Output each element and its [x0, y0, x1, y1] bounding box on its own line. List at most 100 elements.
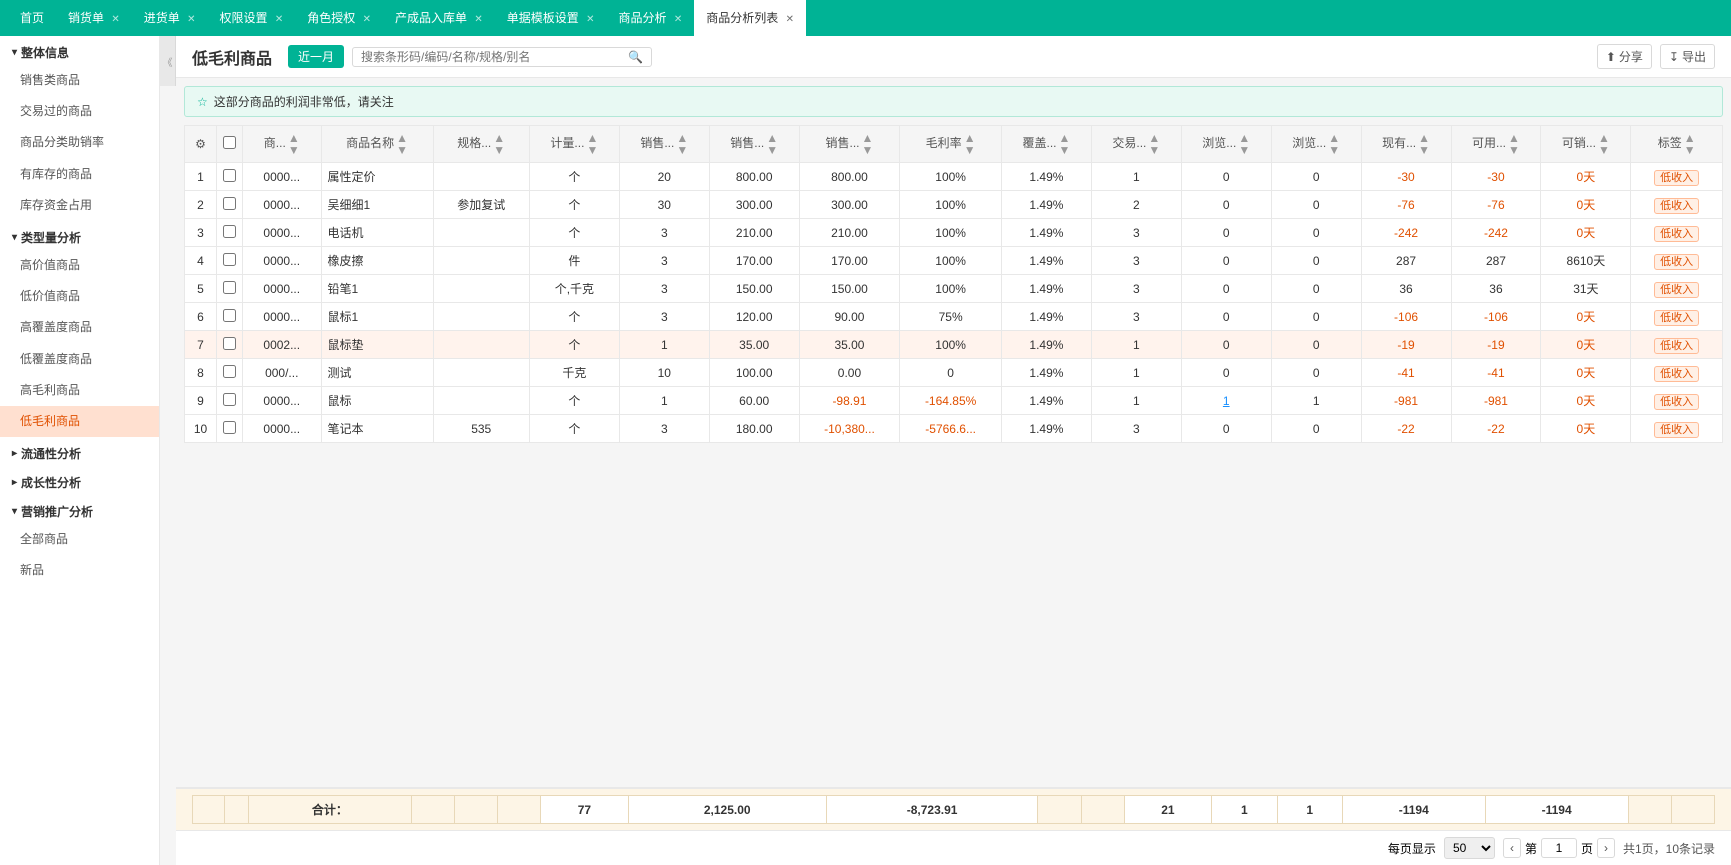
col-sales-amount[interactable]: 销售...▲▼: [709, 126, 799, 163]
row-views1: 0: [1181, 247, 1271, 275]
col-name[interactable]: 商品名称▲▼: [321, 126, 433, 163]
search-icon[interactable]: 🔍: [628, 50, 643, 64]
row-select-checkbox[interactable]: [223, 169, 236, 182]
row-select-checkbox[interactable]: [223, 309, 236, 322]
sidebar-item-traded-products[interactable]: 交易过的商品: [0, 96, 159, 127]
footer-sales-profit: -8,723.91: [826, 796, 1038, 824]
row-sales-profit: -98.91: [799, 387, 900, 415]
col-views2[interactable]: 浏览...▲▼: [1271, 126, 1361, 163]
close-analysis-icon[interactable]: ✕: [674, 14, 682, 25]
sidebar-item-stock-capital[interactable]: 库存资金占用: [0, 190, 159, 221]
nav-product-entry[interactable]: 产成品入库单 ✕: [383, 0, 495, 36]
col-code[interactable]: 商...▲▼: [243, 126, 322, 163]
col-gross-margin[interactable]: 毛利率▲▼: [900, 126, 1002, 163]
close-template-icon[interactable]: ✕: [586, 14, 594, 25]
nav-product-analysis[interactable]: 商品分析 ✕: [607, 0, 695, 36]
col-sellable-days[interactable]: 可销...▲▼: [1541, 126, 1631, 163]
col-transactions[interactable]: 交易...▲▼: [1091, 126, 1181, 163]
per-page-select[interactable]: 50 100 200: [1444, 837, 1495, 859]
nav-permission-settings[interactable]: 权限设置 ✕: [208, 0, 296, 36]
row-checkbox[interactable]: [217, 247, 243, 275]
close-analysis-list-icon[interactable]: ✕: [786, 14, 794, 25]
nav-purchase-order[interactable]: 进货单 ✕: [132, 0, 208, 36]
sidebar-item-all-products[interactable]: 全部商品: [0, 524, 159, 555]
row-select-checkbox[interactable]: [223, 281, 236, 294]
sidebar-item-high-value[interactable]: 高价值商品: [0, 250, 159, 281]
row-code: 0002...: [243, 331, 322, 359]
row-sales-qty: 3: [619, 303, 709, 331]
row-checkbox[interactable]: [217, 331, 243, 359]
col-current-stock[interactable]: 现有...▲▼: [1361, 126, 1451, 163]
row-checkbox[interactable]: [217, 275, 243, 303]
sidebar-item-high-margin[interactable]: 高毛利商品: [0, 375, 159, 406]
sidebar-item-low-margin[interactable]: 低毛利商品: [0, 406, 159, 437]
col-spec[interactable]: 规格...▲▼: [433, 126, 529, 163]
close-permission-icon[interactable]: ✕: [275, 14, 283, 25]
nav-home[interactable]: 首页: [8, 0, 56, 36]
col-settings[interactable]: ⚙: [185, 126, 217, 163]
row-sales-qty: 3: [619, 275, 709, 303]
col-checkbox[interactable]: [217, 126, 243, 163]
sidebar-item-high-coverage[interactable]: 高覆盖度商品: [0, 312, 159, 343]
close-purchase-order-icon[interactable]: ✕: [187, 14, 195, 25]
row-current-stock: -19: [1361, 331, 1451, 359]
row-name: 鼠标垫: [321, 331, 433, 359]
sidebar-collapse-button[interactable]: 《: [160, 36, 176, 86]
sidebar-item-category-sales-rate[interactable]: 商品分类助销率: [0, 127, 159, 158]
row-unit: 个: [529, 415, 619, 443]
next-page-button[interactable]: ›: [1597, 838, 1615, 858]
row-checkbox[interactable]: [217, 191, 243, 219]
row-select-checkbox[interactable]: [223, 197, 236, 210]
row-coverage: 1.49%: [1001, 163, 1091, 191]
export-button[interactable]: ↧ 导出: [1660, 44, 1715, 69]
sidebar-item-new-products[interactable]: 新品: [0, 555, 159, 586]
row-views1[interactable]: 1: [1181, 387, 1271, 415]
row-select-checkbox[interactable]: [223, 225, 236, 238]
row-checkbox[interactable]: [217, 359, 243, 387]
sidebar-group-type-analysis[interactable]: ▾ 类型量分析: [0, 221, 159, 250]
row-checkbox[interactable]: [217, 303, 243, 331]
row-checkbox[interactable]: [217, 415, 243, 443]
row-transactions: 1: [1091, 163, 1181, 191]
close-role-icon[interactable]: ✕: [363, 14, 371, 25]
col-tag[interactable]: 标签▲▼: [1631, 126, 1723, 163]
date-filter-button[interactable]: 近一月: [288, 45, 344, 68]
arrow-flow-icon: ▸: [12, 448, 17, 459]
sidebar-item-low-value[interactable]: 低价值商品: [0, 281, 159, 312]
sidebar-item-low-coverage[interactable]: 低覆盖度商品: [0, 344, 159, 375]
row-checkbox[interactable]: [217, 219, 243, 247]
col-sales-profit[interactable]: 销售...▲▼: [799, 126, 900, 163]
select-all-checkbox[interactable]: [223, 136, 236, 149]
row-select-checkbox[interactable]: [223, 337, 236, 350]
nav-role-auth[interactable]: 角色授权 ✕: [295, 0, 383, 36]
nav-sales-order[interactable]: 销货单 ✕: [56, 0, 132, 36]
nav-template-settings[interactable]: 单据模板设置 ✕: [495, 0, 607, 36]
row-select-checkbox[interactable]: [223, 365, 236, 378]
sidebar-group-flow[interactable]: ▸ 流通性分析: [0, 437, 159, 466]
close-sales-order-icon[interactable]: ✕: [111, 14, 119, 25]
prev-page-button[interactable]: ‹: [1503, 838, 1521, 858]
row-checkbox[interactable]: [217, 163, 243, 191]
row-select-checkbox[interactable]: [223, 421, 236, 434]
row-select-checkbox[interactable]: [223, 253, 236, 266]
nav-product-analysis-list[interactable]: 商品分析列表 ✕: [694, 0, 806, 36]
sidebar-group-overall[interactable]: ▾ 整体信息: [0, 36, 159, 65]
col-unit[interactable]: 计量...▲▼: [529, 126, 619, 163]
sidebar-item-sales-products[interactable]: 销售类商品: [0, 65, 159, 96]
row-select-checkbox[interactable]: [223, 393, 236, 406]
col-coverage[interactable]: 覆盖...▲▼: [1001, 126, 1091, 163]
share-button[interactable]: ⬆ 分享: [1597, 44, 1652, 69]
row-current-stock: -106: [1361, 303, 1451, 331]
sidebar-group-marketing[interactable]: ▾ 营销推广分析: [0, 495, 159, 524]
col-views1[interactable]: 浏览...▲▼: [1181, 126, 1271, 163]
page-number-input[interactable]: [1541, 838, 1577, 858]
row-checkbox[interactable]: [217, 387, 243, 415]
row-available-stock: -76: [1451, 191, 1541, 219]
search-input[interactable]: [361, 50, 628, 64]
col-sales-qty[interactable]: 销售...▲▼: [619, 126, 709, 163]
close-product-entry-icon[interactable]: ✕: [474, 14, 482, 25]
col-available-stock[interactable]: 可用...▲▼: [1451, 126, 1541, 163]
sidebar-group-growth[interactable]: ▸ 成长性分析: [0, 466, 159, 495]
sidebar-item-stocked-products[interactable]: 有库存的商品: [0, 159, 159, 190]
table-row: 7 0002... 鼠标垫 个 1 35.00 35.00 100% 1.49%…: [185, 331, 1723, 359]
